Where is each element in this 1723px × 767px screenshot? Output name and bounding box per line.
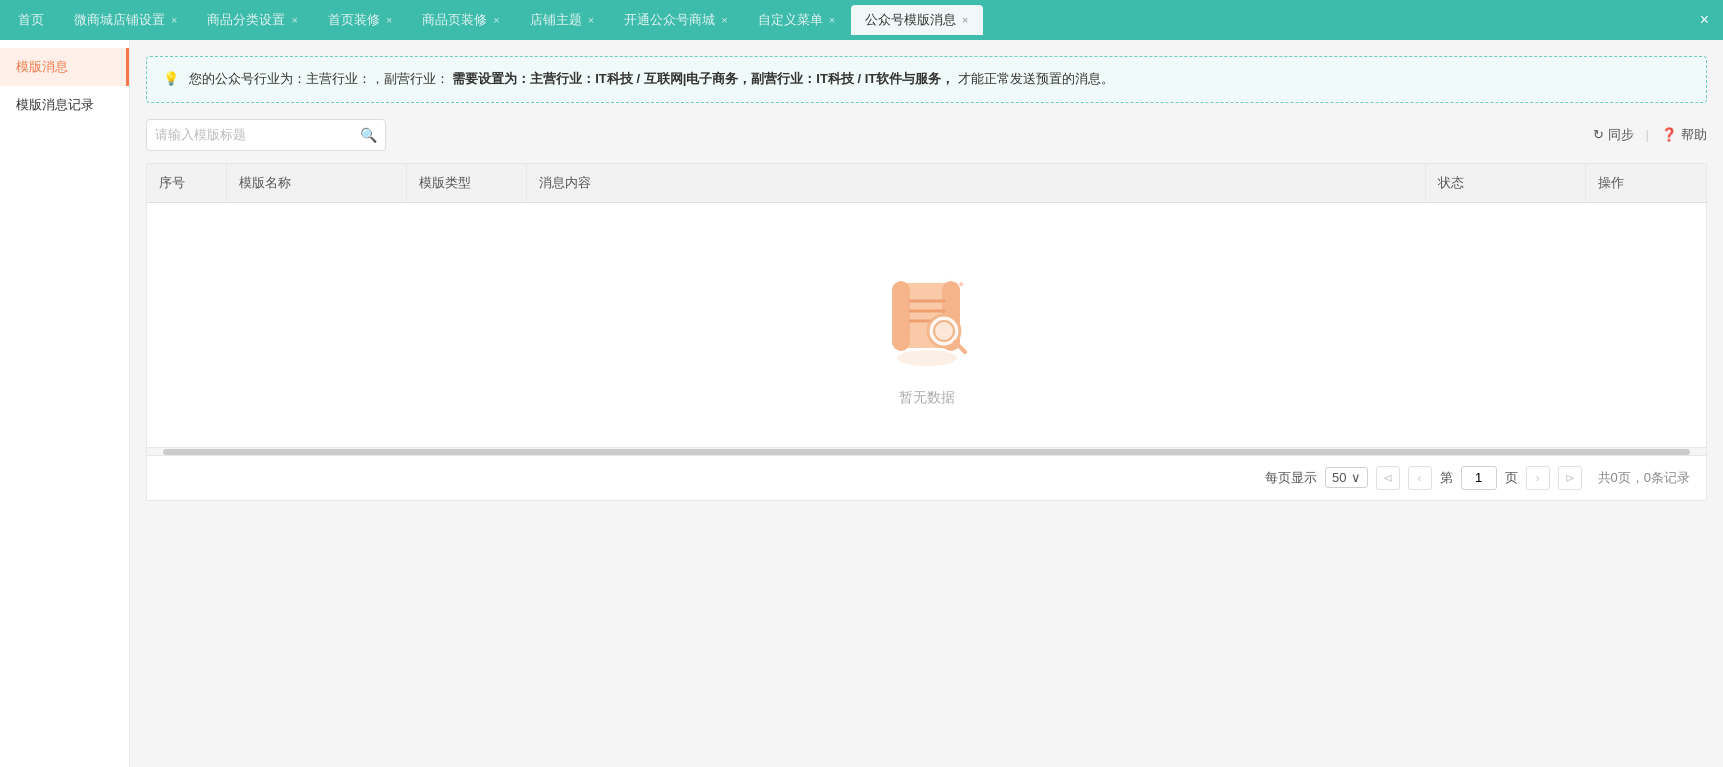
content-area: 💡 您的公众号行业为：主营行业：，副营行业： 需要设置为：主营行业：IT科技 /… [130,40,1723,767]
notice-highlight: 需要设置为：主营行业：IT科技 / 互联网|电子商务，副营行业：IT科技 / I… [452,71,954,86]
tab-close-open-mall[interactable]: × [721,14,727,26]
bulb-icon: 💡 [163,71,183,86]
column-header-name: 模版名称 [227,164,407,202]
tab-home-decor[interactable]: 首页装修× [314,5,406,35]
tab-close-category-settings[interactable]: × [291,14,297,26]
table-wrap: 序号模版名称模版类型消息内容状态操作 [146,163,1707,501]
sidebar: 模版消息模版消息记录 [0,40,130,767]
search-input[interactable] [155,127,360,142]
page-di-label: 第 [1440,469,1453,487]
tab-custom-menu[interactable]: 自定义菜单× [744,5,849,35]
last-page-button[interactable]: ⊳ [1558,466,1582,490]
svg-text:·: · [947,275,949,282]
scrollbar-area[interactable] [147,447,1706,455]
page-size-value: 50 [1332,470,1346,485]
search-icon[interactable]: 🔍 [360,127,377,143]
empty-text: 暂无数据 [899,389,955,407]
tab-bar: 首页微商城店铺设置×商品分类设置×首页装修×商品页装修×店铺主题×开通公众号商城… [0,0,1723,40]
tab-category-settings[interactable]: 商品分类设置× [193,5,311,35]
tab-close-template-msg[interactable]: × [962,14,968,26]
search-bar: 🔍 ↻ 同步 | ❓ 帮助 [146,119,1707,151]
page-unit: 页 [1505,469,1518,487]
tab-close-home-decor[interactable]: × [386,14,392,26]
notice-text-before: 您的公众号行业为：主营行业：，副营行业： [189,71,449,86]
sync-button[interactable]: ↻ 同步 [1593,126,1634,144]
search-input-wrap[interactable]: 🔍 [146,119,386,151]
page-size-label: 每页显示 [1265,469,1317,487]
empty-icon: ✦ · [872,263,982,373]
tab-close-product-decor[interactable]: × [493,14,499,26]
tab-close-store-theme[interactable]: × [588,14,594,26]
tab-store-settings[interactable]: 微商城店铺设置× [60,5,191,35]
sync-icon: ↻ [1593,127,1604,142]
pagination: 每页显示 50 ∨ ⊲ ‹ 第 页 › ⊳ 共0页，0条记录 [147,455,1706,500]
page-input[interactable] [1461,466,1497,490]
scrollbar-track[interactable] [163,449,1690,455]
table-header: 序号模版名称模版类型消息内容状态操作 [147,164,1706,203]
column-header-status: 状态 [1426,164,1586,202]
notice-text-after: 才能正常发送预置的消息。 [958,71,1114,86]
column-header-type: 模版类型 [407,164,527,202]
svg-point-8 [934,321,954,341]
notice-banner: 💡 您的公众号行业为：主营行业：，副营行业： 需要设置为：主营行业：IT科技 /… [146,56,1707,103]
next-page-button[interactable]: › [1526,466,1550,490]
main-layout: 模版消息模版消息记录 💡 您的公众号行业为：主营行业：，副营行业： 需要设置为：… [0,40,1723,767]
sync-label: 同步 [1608,126,1634,144]
sidebar-item-template-msg[interactable]: 模版消息 [0,48,129,86]
svg-rect-2 [892,281,910,351]
close-all-button[interactable]: × [1690,11,1719,29]
column-header-action: 操作 [1586,164,1706,202]
sidebar-item-template-record[interactable]: 模版消息记录 [0,86,129,124]
page-size-select[interactable]: 50 ∨ [1325,467,1367,488]
tab-close-store-settings[interactable]: × [171,14,177,26]
empty-state: ✦ · 暂无数据 [147,203,1706,447]
divider: | [1646,127,1649,142]
total-info: 共0页，0条记录 [1598,469,1690,487]
help-icon: ❓ [1661,127,1677,142]
first-page-button[interactable]: ⊲ [1376,466,1400,490]
page-size-dropdown-icon: ∨ [1351,470,1361,485]
help-label: 帮助 [1681,126,1707,144]
help-button[interactable]: ❓ 帮助 [1661,126,1707,144]
search-actions: ↻ 同步 | ❓ 帮助 [1593,126,1707,144]
tab-close-custom-menu[interactable]: × [829,14,835,26]
tab-open-mall[interactable]: 开通公众号商城× [610,5,741,35]
column-header-content: 消息内容 [527,164,1426,202]
tab-template-msg[interactable]: 公众号模版消息× [851,5,982,35]
tab-home[interactable]: 首页 [4,5,58,35]
tab-store-theme[interactable]: 店铺主题× [516,5,608,35]
svg-text:✦: ✦ [957,279,965,290]
prev-page-button[interactable]: ‹ [1408,466,1432,490]
tab-product-decor[interactable]: 商品页装修× [408,5,513,35]
svg-point-0 [897,350,957,366]
column-header-seq: 序号 [147,164,227,202]
